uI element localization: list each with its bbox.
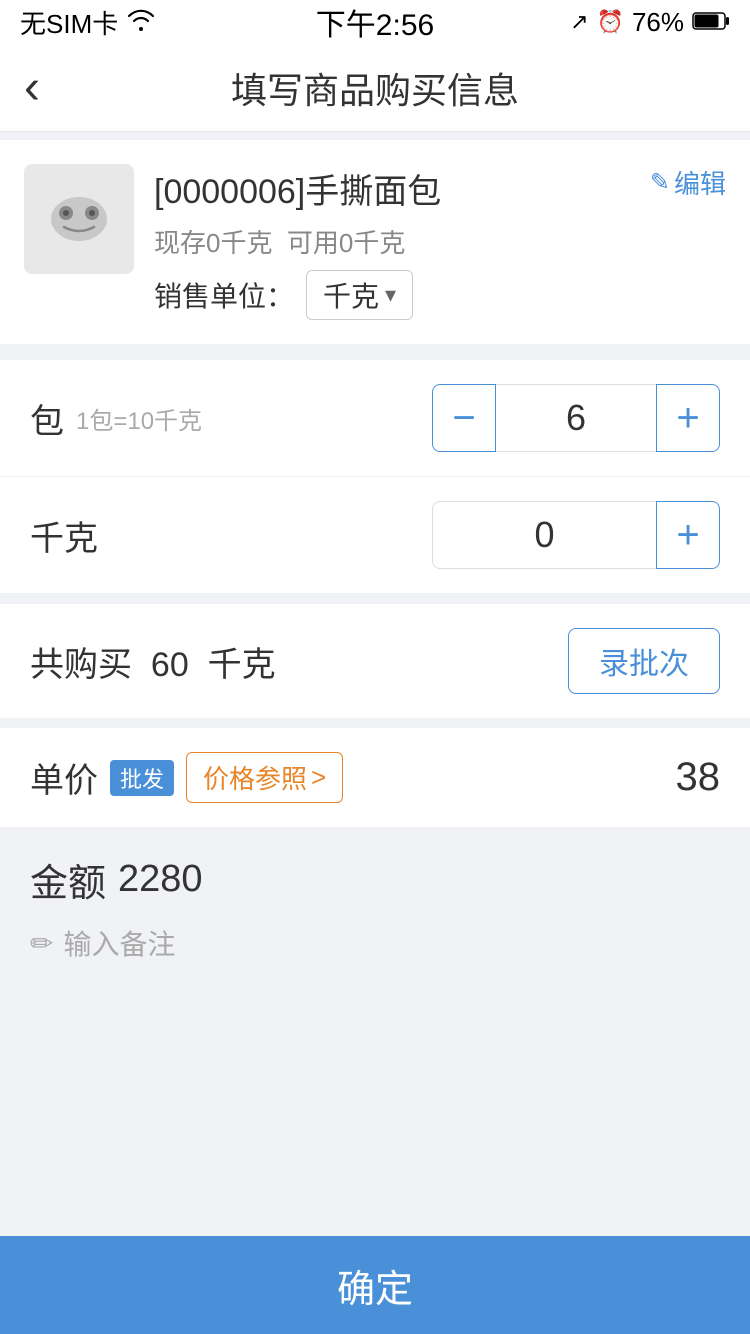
quantity-minus-bao[interactable]: − <box>432 384 496 452</box>
quantity-row-kg: 千克 + <box>0 477 750 594</box>
batch-tag: 批发 <box>110 760 174 796</box>
price-value: 38 <box>676 755 721 800</box>
price-ref-button[interactable]: 价格参照 > <box>186 752 343 803</box>
price-label-group: 单价 批发 价格参照 > <box>30 752 343 803</box>
product-image <box>24 164 134 274</box>
amount-section: 金额 2280 ✏ 输入备注 <box>0 828 750 987</box>
product-info: [0000006]手撕面包 现存0千克 可用0千克 销售单位： 千克 ▾ <box>154 164 726 320</box>
quantity-plus-kg[interactable]: + <box>656 501 720 569</box>
nav-bar: ‹ 填写商品购买信息 <box>0 44 750 132</box>
product-card: [0000006]手撕面包 现存0千克 可用0千克 销售单位： 千克 ▾ ✎ 编… <box>0 140 750 352</box>
dropdown-arrow-icon: ▾ <box>385 282 396 308</box>
total-unit: 千克 <box>208 646 276 684</box>
amount-row: 金额 2280 <box>30 852 720 923</box>
total-row: 共购买 60 千克 录批次 <box>0 596 750 726</box>
quantity-input-bao[interactable] <box>496 384 656 452</box>
quantity-label-kg: 千克 <box>30 511 98 560</box>
confirm-button-label: 确定 <box>337 1258 413 1313</box>
record-batch-button[interactable]: 录批次 <box>568 628 720 694</box>
status-bar: 无SIM卡 下午2:56 ↗ ⏰ 76% <box>0 0 750 44</box>
battery-text: 76% <box>632 7 684 38</box>
quantity-control-kg: + <box>432 501 720 569</box>
quantity-label-bao: 包 1包=10千克 <box>30 394 202 443</box>
carrier-text: 无SIM卡 <box>20 4 118 41</box>
battery-icon <box>692 7 730 38</box>
amount-label: 金额 <box>30 852 106 907</box>
status-time: 下午2:56 <box>316 0 434 44</box>
quantity-row-bao: 包 1包=10千克 − + <box>0 360 750 477</box>
quantity-input-kg[interactable] <box>432 501 656 569</box>
pencil-icon: ✏ <box>30 927 53 960</box>
quantity-hint-bao: 1包=10千克 <box>76 401 202 436</box>
total-label: 共购买 60 千克 <box>30 637 276 686</box>
wifi-icon <box>126 7 156 38</box>
price-label: 单价 <box>30 753 98 802</box>
edit-icon: ✎ <box>650 168 670 197</box>
chevron-right-icon: > <box>311 762 326 793</box>
price-section: 单价 批发 价格参照 > 38 <box>0 728 750 828</box>
confirm-button[interactable]: 确定 <box>0 1236 750 1334</box>
remark-row[interactable]: ✏ 输入备注 <box>30 923 720 987</box>
unit-dropdown[interactable]: 千克 ▾ <box>306 270 413 320</box>
quantity-control-bao: − + <box>432 384 720 452</box>
unit-label: 销售单位： <box>154 275 294 315</box>
product-stock: 现存0千克 可用0千克 <box>154 223 726 260</box>
total-amount: 60 <box>151 646 189 684</box>
page-title: 填写商品购买信息 <box>231 62 519 114</box>
amount-value: 2280 <box>118 858 203 901</box>
location-icon: ↗ <box>570 9 588 35</box>
quantity-plus-bao[interactable]: + <box>656 384 720 452</box>
remark-placeholder: 输入备注 <box>63 923 175 963</box>
status-right: ↗ ⏰ 76% <box>570 7 730 38</box>
status-left: 无SIM卡 <box>20 4 156 41</box>
edit-button[interactable]: ✎ 编辑 <box>650 164 726 201</box>
back-button[interactable]: ‹ <box>24 60 40 115</box>
product-unit-row: 销售单位： 千克 ▾ <box>154 270 726 320</box>
product-name: [0000006]手撕面包 <box>154 164 726 213</box>
alarm-icon: ⏰ <box>597 9 624 35</box>
